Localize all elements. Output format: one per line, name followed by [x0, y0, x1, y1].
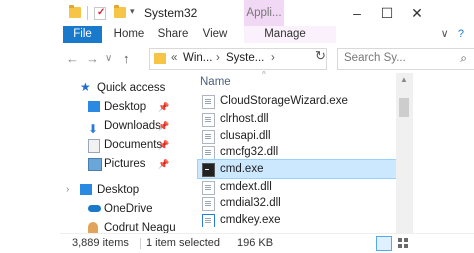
tab-file[interactable]: File: [63, 26, 102, 43]
dll-file-icon: [202, 113, 215, 127]
ribbon-tabs: File Home Share View Manage ∨ ?: [0, 26, 474, 44]
sidebar-item-label: Quick access: [97, 82, 166, 94]
file-name: cmcfg32.dll: [220, 146, 279, 158]
file-name: clrhost.dll: [220, 113, 269, 125]
expand-ribbon-icon[interactable]: ∨: [441, 28, 449, 40]
refresh-button[interactable]: ↻: [315, 48, 331, 68]
list-item[interactable]: cmcfg32.dll: [198, 143, 396, 161]
application-file-icon: [202, 214, 215, 227]
desktop-icon: [80, 184, 92, 195]
vertical-scrollbar[interactable]: ▲: [396, 73, 413, 233]
tab-home[interactable]: Home: [107, 26, 151, 43]
list-item-selected[interactable]: cmd.exe: [197, 159, 397, 179]
pin-icon[interactable]: 📌: [158, 116, 169, 136]
scrollbar-thumb[interactable]: [399, 98, 409, 117]
folder-icon: [69, 5, 81, 18]
command-prompt-icon: [202, 163, 215, 177]
list-item[interactable]: CloudStorageWizard.exe: [198, 92, 396, 110]
dll-file-icon: [202, 197, 215, 211]
sidebar-item-documents[interactable]: Documents 📌: [60, 135, 184, 155]
up-button[interactable]: ↑: [123, 51, 130, 66]
list-item[interactable]: clrhost.dll: [198, 110, 396, 128]
dll-file-icon: [202, 130, 215, 144]
desktop-icon: [88, 101, 100, 112]
sidebar-item-pictures[interactable]: Pictures 📌: [60, 154, 184, 174]
item-count: 3,889 items: [72, 237, 129, 249]
properties-icon[interactable]: ✓: [94, 7, 106, 20]
sidebar-item-label: Downloads: [104, 120, 161, 132]
breadcrumb-separator: ›: [271, 52, 275, 64]
title-bar: ✓ ▾ System32 Appli... – ☐ ✕: [0, 0, 474, 26]
sidebar-item-label: Pictures: [104, 158, 146, 170]
sort-ascending-icon: ^: [262, 70, 266, 79]
sidebar-item-label: Documents: [104, 139, 163, 151]
ribbon-controls: ∨ ?: [441, 26, 464, 43]
minimize-button[interactable]: –: [342, 3, 372, 23]
forward-button[interactable]: →: [86, 51, 99, 66]
back-button[interactable]: ←: [66, 51, 79, 66]
list-item[interactable]: cmdkey.exe: [198, 211, 396, 227]
new-folder-icon[interactable]: [114, 5, 126, 18]
close-button[interactable]: ✕: [402, 3, 432, 23]
sidebar-item-desktop[interactable]: Desktop 📌: [60, 97, 184, 117]
help-icon[interactable]: ?: [458, 28, 464, 40]
search-icon: ⌕: [460, 51, 467, 65]
documents-icon: [88, 139, 100, 153]
application-file-icon: [202, 95, 215, 109]
onedrive-icon: [88, 205, 101, 212]
breadcrumb-separator: ›: [216, 52, 220, 64]
address-overflow[interactable]: «: [171, 52, 177, 64]
preview-area: [413, 73, 474, 233]
star-icon: ★: [80, 80, 91, 94]
list-item[interactable]: cmdial32.dll: [198, 194, 396, 212]
status-bar: 3,889 items 1 item selected 196 KB: [60, 233, 474, 253]
user-icon: [88, 222, 98, 233]
sidebar-item-label: OneDrive: [104, 203, 153, 215]
file-name: cmdkey.exe: [220, 214, 281, 226]
large-icons-view-button[interactable]: [396, 236, 410, 249]
maximize-button[interactable]: ☐: [372, 3, 402, 23]
breadcrumb-windows[interactable]: Win...: [183, 52, 212, 64]
details-view-button[interactable]: [376, 236, 392, 251]
selection-size: 196 KB: [237, 237, 274, 249]
pin-icon[interactable]: 📌: [158, 135, 169, 155]
sidebar-item-label: Codrut Neagu: [104, 222, 176, 233]
file-name: CloudStorageWizard.exe: [220, 95, 348, 107]
pin-icon[interactable]: 📌: [158, 154, 169, 174]
breadcrumb-system32[interactable]: Syste...: [226, 52, 264, 64]
navigation-pane: ★ Quick access Desktop 📌 ⬇ Downloads 📌 D…: [60, 73, 184, 233]
selection-count: 1 item selected: [146, 237, 220, 249]
customize-quick-access-icon[interactable]: ▾: [130, 6, 142, 17]
tab-view[interactable]: View: [196, 26, 234, 43]
chevron-right-icon[interactable]: ›: [66, 180, 69, 200]
dll-file-icon: [202, 146, 215, 160]
window-title: System32: [144, 6, 198, 20]
context-tab-application-tools: Appli...: [244, 0, 284, 26]
sidebar-item-downloads[interactable]: ⬇ Downloads 📌: [60, 116, 184, 136]
address-bar[interactable]: « Win... › Syste... › ∨: [149, 48, 466, 70]
search-box[interactable]: Search Sy... ⌕: [337, 48, 474, 70]
sidebar-item-label: Desktop: [97, 184, 140, 196]
sidebar-item-label: Desktop: [104, 101, 147, 113]
search-input[interactable]: Search Sy...: [344, 52, 406, 64]
pin-icon[interactable]: 📌: [158, 97, 169, 117]
pictures-icon: [88, 158, 102, 171]
tab-manage[interactable]: Manage: [254, 26, 316, 43]
scroll-up-icon[interactable]: ▲: [400, 75, 408, 84]
column-header-name[interactable]: Name: [200, 76, 231, 88]
downloads-icon: ⬇: [88, 122, 99, 136]
separator: [87, 6, 88, 20]
dll-file-icon: [202, 181, 215, 195]
file-name: cmdial32.dll: [220, 197, 281, 209]
file-name: cmd.exe: [220, 163, 264, 175]
recent-locations-button[interactable]: ∨: [105, 53, 112, 64]
separator: [140, 238, 141, 249]
folder-icon: [154, 53, 166, 64]
tab-share[interactable]: Share: [153, 26, 193, 43]
